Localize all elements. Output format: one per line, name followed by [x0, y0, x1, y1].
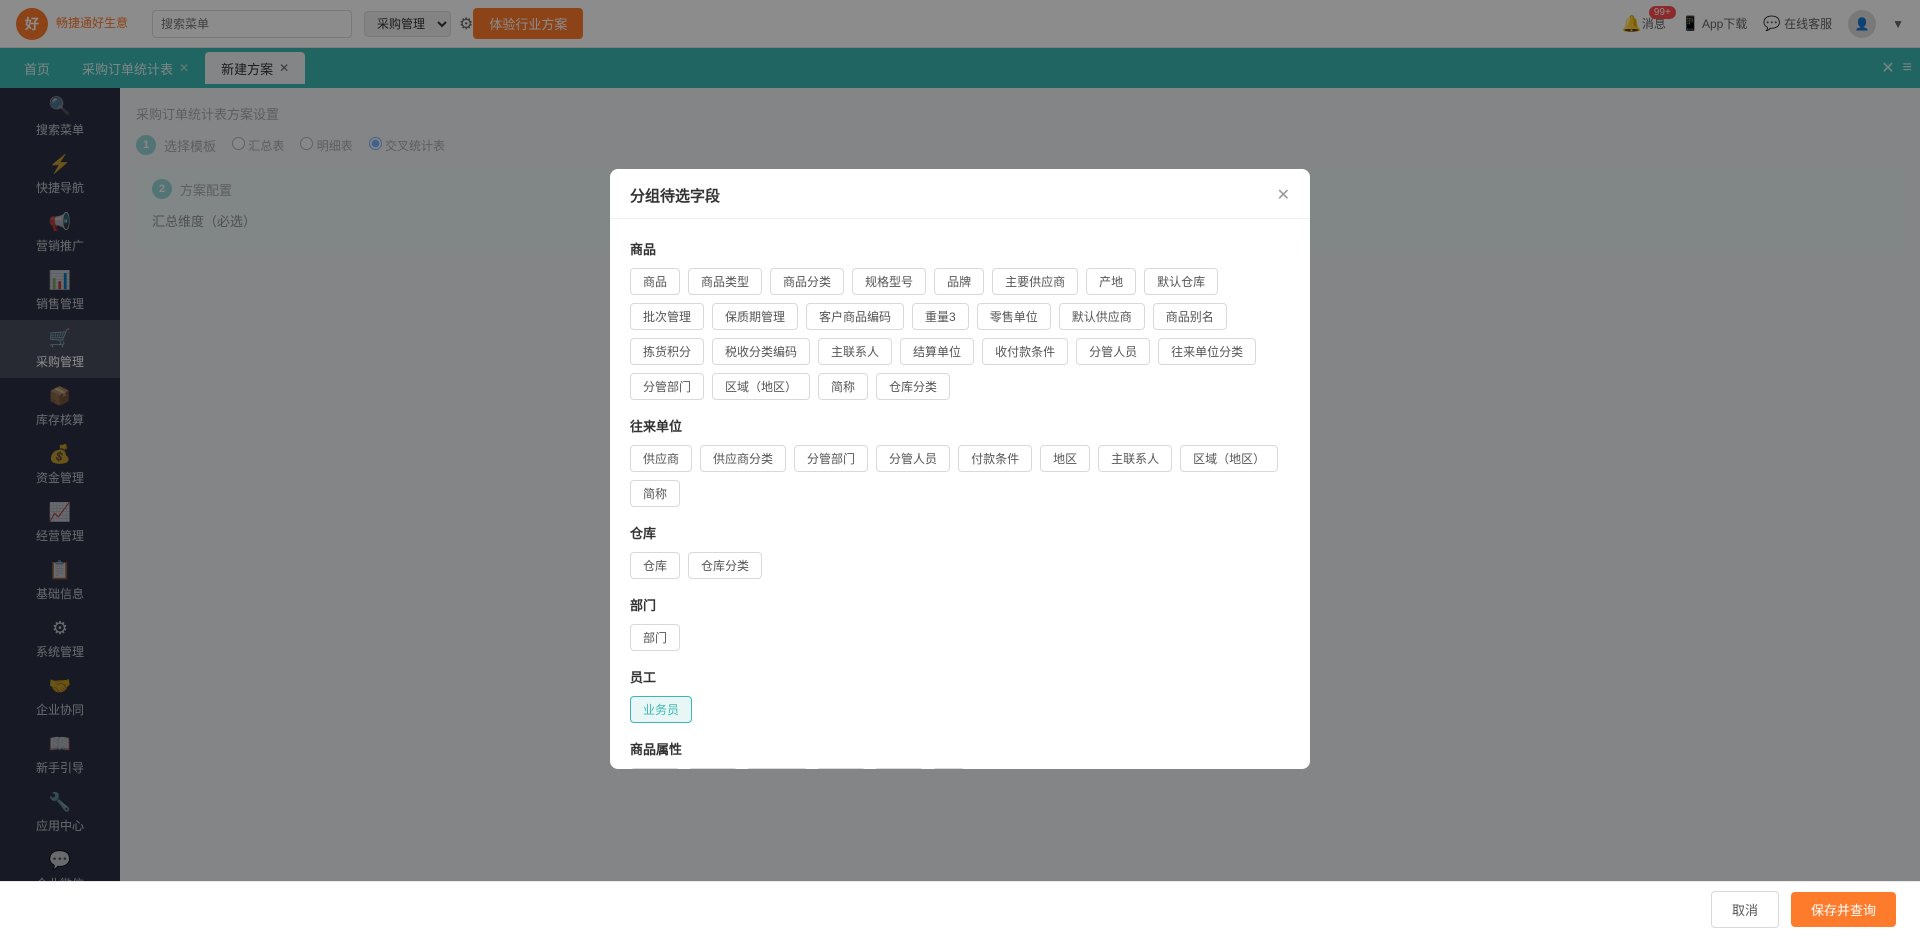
- bottom-bar: 取消 保存并查询: [0, 881, 1920, 937]
- tag-quality-mgmt[interactable]: 保质期管理: [712, 303, 798, 330]
- dialog-header: 分组待选字段 ✕: [610, 169, 1310, 219]
- tag-color[interactable]: 颜色: [688, 768, 738, 769]
- tag-abbr[interactable]: 简称: [818, 373, 868, 400]
- tag-dept[interactable]: 分管部门: [630, 373, 704, 400]
- tag-warehouse[interactable]: 仓库: [630, 552, 680, 579]
- staff-tags: 业务员: [630, 696, 1290, 723]
- overlay: 分组待选字段 ✕ 商品 商品 商品类型 商品分类 规格型号 品牌 主要供应商 产…: [0, 0, 1920, 937]
- tag-product-alias[interactable]: 商品别名: [1153, 303, 1227, 330]
- product-attr-tags: 属性 颜色 多规格 尺码 鞋码 1: [630, 768, 1290, 769]
- section-title-product: 商品: [630, 239, 1290, 258]
- tag-settlement-unit[interactable]: 结算单位: [900, 338, 974, 365]
- section-title-partner: 往来单位: [630, 416, 1290, 435]
- tag-spec-model[interactable]: 规格型号: [852, 268, 926, 295]
- tag-customer-code[interactable]: 客户商品编码: [806, 303, 904, 330]
- dialog: 分组待选字段 ✕ 商品 商品 商品类型 商品分类 规格型号 品牌 主要供应商 产…: [610, 169, 1310, 769]
- tag-tax-code[interactable]: 税收分类编码: [712, 338, 810, 365]
- dialog-title: 分组待选字段: [630, 185, 720, 206]
- tag-region2[interactable]: 区域（地区）: [1180, 445, 1278, 472]
- tag-partner-dept[interactable]: 分管部门: [794, 445, 868, 472]
- tag-multi-spec[interactable]: 多规格: [746, 768, 808, 769]
- tag-retail-unit[interactable]: 零售单位: [977, 303, 1051, 330]
- tag-area[interactable]: 地区: [1040, 445, 1090, 472]
- tag-attr-1[interactable]: 1: [932, 768, 965, 769]
- tag-region[interactable]: 区域（地区）: [712, 373, 810, 400]
- tag-weight3[interactable]: 重量3: [912, 303, 969, 330]
- tag-abbr2[interactable]: 简称: [630, 480, 680, 507]
- section-title-dept: 部门: [630, 595, 1290, 614]
- tag-default-warehouse[interactable]: 默认仓库: [1144, 268, 1218, 295]
- tag-salesperson[interactable]: 业务员: [630, 696, 692, 723]
- tag-origin[interactable]: 产地: [1086, 268, 1136, 295]
- dept-tags: 部门: [630, 624, 1290, 651]
- tag-supplier-cat[interactable]: 供应商分类: [700, 445, 786, 472]
- tag-default-supplier[interactable]: 默认供应商: [1059, 303, 1145, 330]
- tag-partner-category[interactable]: 往来单位分类: [1158, 338, 1256, 365]
- tag-pick-points[interactable]: 拣货积分: [630, 338, 704, 365]
- tag-department[interactable]: 部门: [630, 624, 680, 651]
- save-button[interactable]: 保存并查询: [1791, 892, 1896, 927]
- tag-size[interactable]: 尺码: [816, 768, 866, 769]
- tag-main-contact[interactable]: 主联系人: [818, 338, 892, 365]
- section-title-staff: 员工: [630, 667, 1290, 686]
- cancel-button[interactable]: 取消: [1711, 891, 1779, 928]
- tag-warehouse-category[interactable]: 仓库分类: [688, 552, 762, 579]
- tag-supervisor[interactable]: 分管人员: [1076, 338, 1150, 365]
- tag-shoe-size[interactable]: 鞋码: [874, 768, 924, 769]
- tag-payment-cond[interactable]: 付款条件: [958, 445, 1032, 472]
- tag-main-contact2[interactable]: 主联系人: [1098, 445, 1172, 472]
- tag-supplier[interactable]: 供应商: [630, 445, 692, 472]
- tag-warehouse-cat[interactable]: 仓库分类: [876, 373, 950, 400]
- partner-tags: 供应商 供应商分类 分管部门 分管人员 付款条件 地区 主联系人 区域（地区） …: [630, 445, 1290, 507]
- section-title-product-attr: 商品属性: [630, 739, 1290, 758]
- section-title-warehouse: 仓库: [630, 523, 1290, 542]
- tag-attribute[interactable]: 属性: [630, 768, 680, 769]
- tag-partner-supervisor[interactable]: 分管人员: [876, 445, 950, 472]
- dialog-body[interactable]: 商品 商品 商品类型 商品分类 规格型号 品牌 主要供应商 产地 默认仓库 批次…: [610, 219, 1310, 769]
- tag-product-type[interactable]: 商品类型: [688, 268, 762, 295]
- product-tags: 商品 商品类型 商品分类 规格型号 品牌 主要供应商 产地 默认仓库 批次管理 …: [630, 268, 1290, 400]
- tag-product-category[interactable]: 商品分类: [770, 268, 844, 295]
- warehouse-tags: 仓库 仓库分类: [630, 552, 1290, 579]
- dialog-close-btn[interactable]: ✕: [1277, 185, 1290, 205]
- tag-payment-terms[interactable]: 收付款条件: [982, 338, 1068, 365]
- tag-main-supplier[interactable]: 主要供应商: [992, 268, 1078, 295]
- tag-brand[interactable]: 品牌: [934, 268, 984, 295]
- tag-batch-mgmt[interactable]: 批次管理: [630, 303, 704, 330]
- tag-product[interactable]: 商品: [630, 268, 680, 295]
